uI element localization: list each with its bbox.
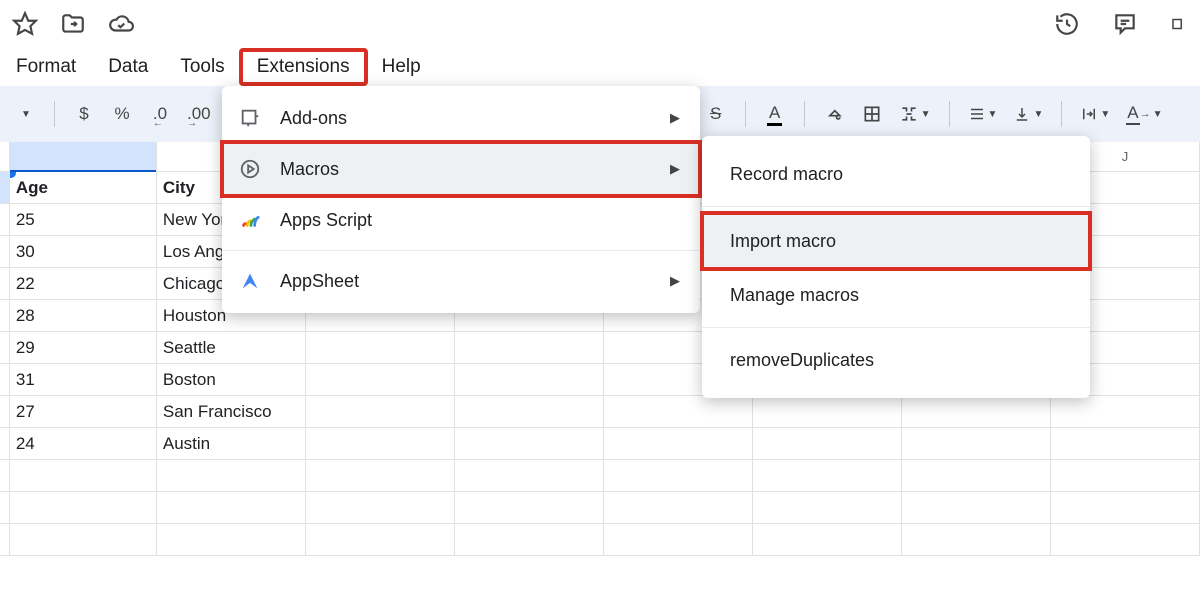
text-color-button[interactable]: A bbox=[760, 96, 790, 132]
currency-button[interactable]: $ bbox=[69, 96, 99, 132]
cell[interactable]: 22 bbox=[10, 268, 157, 300]
cell[interactable]: 31 bbox=[10, 364, 157, 396]
text-wrap-button[interactable]: ▼ bbox=[1076, 96, 1114, 132]
menu-item-label: Import macro bbox=[730, 231, 836, 252]
cell[interactable]: Austin bbox=[157, 428, 306, 460]
extensions-dropdown: Add-ons ▶ Macros ▶ Apps Script AppSheet … bbox=[222, 86, 700, 313]
cloud-saved-icon[interactable] bbox=[108, 11, 134, 37]
macros-icon bbox=[238, 157, 262, 181]
menu-item-label: Record macro bbox=[730, 164, 843, 185]
cell[interactable]: 25 bbox=[10, 204, 157, 236]
submenu-arrow-icon: ▶ bbox=[670, 273, 680, 289]
menu-extensions[interactable]: Extensions bbox=[241, 50, 366, 84]
menu-format[interactable]: Format bbox=[0, 50, 92, 84]
menu-data[interactable]: Data bbox=[92, 50, 164, 84]
star-icon[interactable] bbox=[12, 11, 38, 37]
fill-color-button[interactable] bbox=[819, 96, 849, 132]
title-bar bbox=[0, 0, 1200, 48]
percent-button[interactable]: % bbox=[107, 96, 137, 132]
cell[interactable]: 24 bbox=[10, 428, 157, 460]
menu-manage-macros[interactable]: Manage macros bbox=[702, 269, 1090, 321]
meet-icon[interactable] bbox=[1170, 11, 1188, 37]
menu-item-label: Manage macros bbox=[730, 285, 859, 306]
submenu-arrow-icon: ▶ bbox=[670, 161, 680, 177]
column-header[interactable] bbox=[10, 142, 157, 171]
history-icon[interactable] bbox=[1054, 11, 1080, 37]
menu-macros[interactable]: Macros ▶ bbox=[222, 142, 700, 196]
move-folder-icon[interactable] bbox=[60, 11, 86, 37]
horizontal-align-button[interactable]: ▼ bbox=[964, 96, 1002, 132]
more-toolbar-dropdown[interactable]: ▼ bbox=[10, 96, 40, 132]
menu-appsheet[interactable]: AppSheet ▶ bbox=[222, 257, 700, 305]
macros-submenu: Record macro Import macro Manage macros … bbox=[702, 136, 1090, 398]
menu-item-label: Add-ons bbox=[280, 108, 347, 129]
cell[interactable]: Boston bbox=[157, 364, 306, 396]
cell[interactable]: 30 bbox=[10, 236, 157, 268]
cell[interactable]: 29 bbox=[10, 332, 157, 364]
menu-record-macro[interactable]: Record macro bbox=[702, 148, 1090, 200]
menu-item-label: Macros bbox=[280, 159, 339, 180]
merge-cells-button[interactable]: ▼ bbox=[895, 96, 935, 132]
menu-help[interactable]: Help bbox=[366, 50, 437, 84]
cell[interactable]: Seattle bbox=[157, 332, 306, 364]
cell[interactable]: 27 bbox=[10, 396, 157, 428]
addons-icon bbox=[238, 106, 262, 130]
borders-button[interactable] bbox=[857, 96, 887, 132]
submenu-arrow-icon: ▶ bbox=[670, 110, 680, 126]
apps-script-icon bbox=[238, 208, 262, 232]
menu-item-label: AppSheet bbox=[280, 271, 359, 292]
cell[interactable]: San Francisco bbox=[157, 396, 306, 428]
increase-decimal-button[interactable]: .00→ bbox=[183, 96, 215, 132]
cell[interactable]: 28 bbox=[10, 300, 157, 332]
decrease-decimal-button[interactable]: .0← bbox=[145, 96, 175, 132]
appsheet-icon bbox=[238, 269, 262, 293]
menu-import-macro[interactable]: Import macro bbox=[702, 213, 1090, 269]
menu-custom-macro[interactable]: removeDuplicates bbox=[702, 334, 1090, 386]
strikethrough-button[interactable]: S bbox=[701, 96, 731, 132]
menu-item-label: removeDuplicates bbox=[730, 350, 874, 371]
menu-bar: Format Data Tools Extensions Help bbox=[0, 48, 1200, 86]
menu-tools[interactable]: Tools bbox=[164, 50, 240, 84]
menu-item-label: Apps Script bbox=[280, 210, 372, 231]
cell[interactable]: Age bbox=[10, 172, 157, 204]
menu-apps-script[interactable]: Apps Script bbox=[222, 196, 700, 244]
comment-icon[interactable] bbox=[1112, 11, 1138, 37]
vertical-align-button[interactable]: ▼ bbox=[1009, 96, 1047, 132]
text-rotation-button[interactable]: A→▼ bbox=[1122, 96, 1166, 132]
menu-addons[interactable]: Add-ons ▶ bbox=[222, 94, 700, 142]
